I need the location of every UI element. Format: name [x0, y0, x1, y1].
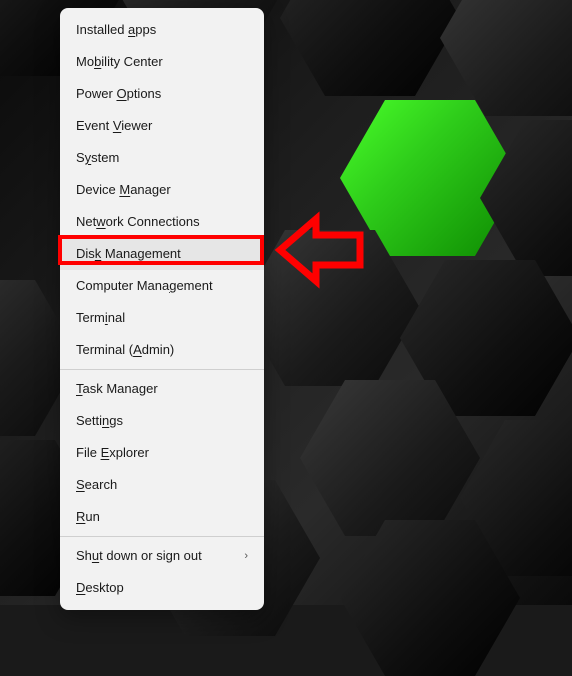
menu-item-search[interactable]: Search: [60, 469, 264, 501]
menu-item-terminal-admin[interactable]: Terminal (Admin): [60, 334, 264, 366]
menu-item-label: Device Manager: [76, 181, 171, 199]
menu-item-desktop[interactable]: Desktop: [60, 572, 264, 604]
menu-item-computer-management[interactable]: Computer Management: [60, 270, 264, 302]
menu-item-network-connections[interactable]: Network Connections: [60, 206, 264, 238]
winx-context-menu: Installed apps Mobility Center Power Optio…: [60, 8, 264, 610]
menu-item-file-explorer[interactable]: File Explorer: [60, 437, 264, 469]
menu-item-label: Run: [76, 508, 100, 526]
menu-item-disk-management[interactable]: Disk Management: [60, 238, 264, 270]
menu-item-label: Network Connections: [76, 213, 200, 231]
menu-item-label: Power Options: [76, 85, 161, 103]
menu-item-label: Search: [76, 476, 117, 494]
menu-item-label: Mobility Center: [76, 53, 163, 71]
menu-item-run[interactable]: Run: [60, 501, 264, 533]
menu-item-task-manager[interactable]: Task Manager: [60, 373, 264, 405]
menu-item-label: Computer Management: [76, 277, 213, 295]
wallpaper-hexagon: [280, 0, 460, 96]
menu-item-label: Terminal (Admin): [76, 341, 174, 359]
menu-separator: [60, 369, 264, 370]
menu-item-label: Terminal: [76, 309, 125, 327]
menu-item-mobility-center[interactable]: Mobility Center: [60, 46, 264, 78]
menu-item-label: Shut down or sign out: [76, 547, 202, 565]
menu-item-label: Installed apps: [76, 21, 156, 39]
menu-item-label: Task Manager: [76, 380, 158, 398]
menu-item-system[interactable]: System: [60, 142, 264, 174]
menu-item-device-manager[interactable]: Device Manager: [60, 174, 264, 206]
menu-item-shutdown[interactable]: Shut down or sign out ›: [60, 540, 264, 572]
menu-separator: [60, 536, 264, 537]
menu-item-power-options[interactable]: Power Options: [60, 78, 264, 110]
menu-item-label: Settings: [76, 412, 123, 430]
menu-item-installed-apps[interactable]: Installed apps: [60, 14, 264, 46]
menu-item-label: Desktop: [76, 579, 124, 597]
menu-item-event-viewer[interactable]: Event Viewer: [60, 110, 264, 142]
menu-item-settings[interactable]: Settings: [60, 405, 264, 437]
menu-item-terminal[interactable]: Terminal: [60, 302, 264, 334]
wallpaper-hexagon: [440, 0, 572, 116]
menu-item-label: Event Viewer: [76, 117, 152, 135]
chevron-right-icon: ›: [244, 547, 248, 565]
menu-item-label: Disk Management: [76, 245, 181, 263]
menu-item-label: System: [76, 149, 119, 167]
menu-item-label: File Explorer: [76, 444, 149, 462]
